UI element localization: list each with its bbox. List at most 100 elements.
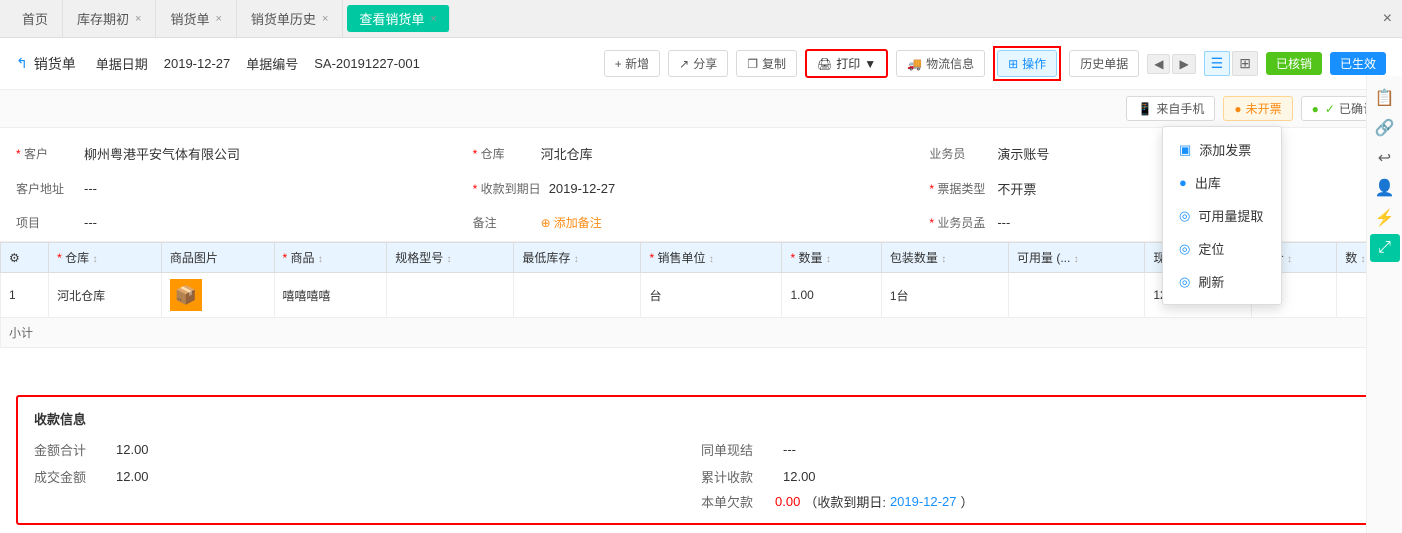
cell-unit: 台 bbox=[641, 273, 782, 318]
sub-toolbar: 📱 来自手机 ● 未开票 ✓ 已确认 bbox=[0, 90, 1402, 128]
col-warehouse[interactable]: 仓库 ↕ bbox=[49, 243, 162, 273]
tab-sales-order[interactable]: 销货单 × bbox=[156, 0, 236, 37]
cumulative-label: 累计收款 bbox=[701, 467, 771, 486]
due-date-value: 2019-12-27 bbox=[549, 181, 616, 196]
sidebar-icon-3[interactable]: ↩ bbox=[1370, 144, 1400, 172]
owed-label: 本单欠款 bbox=[701, 492, 771, 511]
phone-button[interactable]: 📱 来自手机 bbox=[1126, 96, 1215, 121]
cell-pkg: 1台 bbox=[881, 273, 1008, 318]
locate-label: 定位 bbox=[1198, 239, 1224, 258]
tab-inventory-init-close[interactable]: × bbox=[135, 13, 141, 25]
cumulative-row: 累计收款 12.00 bbox=[701, 465, 1368, 488]
cumulative-value: 12.00 bbox=[783, 469, 816, 484]
view-list-button[interactable]: ☰ bbox=[1204, 51, 1231, 76]
customer-label: 客户 bbox=[16, 145, 76, 162]
tab-sales-order-close[interactable]: × bbox=[215, 13, 221, 25]
share-button[interactable]: ↗ 分享 bbox=[668, 50, 728, 77]
payment-info-title: 收款信息 bbox=[34, 409, 1368, 428]
sidebar-icon-1[interactable]: 📋 bbox=[1370, 84, 1400, 112]
staff2-value: --- bbox=[997, 215, 1010, 230]
phone-label: 来自手机 bbox=[1156, 100, 1204, 117]
note-field: 备注 ⊕ 添加备注 bbox=[473, 210, 930, 235]
col-settings[interactable]: ⚙ bbox=[1, 243, 49, 273]
cell-min-stock bbox=[514, 273, 641, 318]
tab-sales-history[interactable]: 销货单历史 × bbox=[237, 0, 343, 37]
customer-field: 客户 柳州粤港平安气体有限公司 bbox=[16, 140, 473, 167]
col-pkg[interactable]: 包装数量 ↕ bbox=[881, 243, 1008, 273]
dropdown-add-invoice[interactable]: ▣ 添加发票 bbox=[1163, 133, 1281, 166]
project-field: 项目 --- bbox=[16, 210, 473, 235]
col-available[interactable]: 可用量 (... ↕ bbox=[1009, 243, 1145, 273]
available-label: 可用量提取 bbox=[1198, 206, 1263, 225]
col-product[interactable]: 商品 ↕ bbox=[274, 243, 387, 273]
confirm-icon: ✓ bbox=[1325, 102, 1335, 116]
add-note-button[interactable]: ⊕ 添加备注 bbox=[541, 214, 602, 231]
cancel-badge: 已核销 bbox=[1266, 52, 1322, 75]
print-button[interactable]: 🖨 打印 ▼ bbox=[805, 49, 888, 78]
dropdown-refresh[interactable]: ◎ 刷新 bbox=[1163, 265, 1281, 298]
locate-icon: ◎ bbox=[1179, 241, 1190, 257]
ops-button[interactable]: ⊞ 操作 bbox=[997, 50, 1057, 77]
settlement-label: 同单现结 bbox=[701, 440, 771, 459]
doc-title: ↰ 销货单 bbox=[16, 54, 76, 74]
dropdown-available[interactable]: ◎ 可用量提取 bbox=[1163, 199, 1281, 232]
doc-meta: 单据日期 2019-12-27 单据编号 SA-20191227-001 bbox=[96, 54, 604, 73]
ticket-status-label: 未开票 bbox=[1246, 100, 1282, 117]
owed-suffix: （收款到期日: bbox=[804, 492, 886, 511]
sidebar-icon-expand[interactable]: ⤢ bbox=[1370, 234, 1400, 262]
tab-home[interactable]: 首页 bbox=[8, 0, 63, 37]
note-label: 备注 bbox=[473, 214, 533, 231]
nav-arrows: ◀ ▶ bbox=[1147, 54, 1195, 74]
next-button[interactable]: ▶ bbox=[1172, 54, 1195, 74]
warehouse-label: 仓库 bbox=[473, 145, 533, 162]
staff-label: 业务员 bbox=[929, 145, 989, 162]
ticket-dot: ● bbox=[1234, 102, 1241, 116]
tab-view-sales[interactable]: 查看销货单 × bbox=[347, 5, 449, 32]
project-value: --- bbox=[84, 215, 97, 230]
sidebar-icon-5[interactable]: ⚡ bbox=[1370, 204, 1400, 232]
add-invoice-label: 添加发票 bbox=[1199, 140, 1251, 159]
owed-row: 本单欠款 0.00 （收款到期日: 2019-12-27 ） bbox=[701, 492, 1368, 511]
share-label: 分享 bbox=[693, 55, 717, 72]
history-label: 历史单据 bbox=[1080, 55, 1128, 72]
customer-value: 柳州粤港平安气体有限公司 bbox=[84, 144, 240, 163]
cell-product: 嘻嘻嘻嘻 bbox=[274, 273, 387, 318]
col-min-stock[interactable]: 最低库存 ↕ bbox=[514, 243, 641, 273]
tab-sales-history-label: 销货单历史 bbox=[251, 9, 316, 28]
new-button[interactable]: + 新增 bbox=[604, 50, 660, 77]
tab-sales-history-close[interactable]: × bbox=[322, 13, 328, 25]
tab-view-sales-close[interactable]: × bbox=[430, 13, 436, 25]
copy-button[interactable]: ❐ 复制 bbox=[736, 50, 797, 77]
ticket-status-button[interactable]: ● 未开票 bbox=[1223, 96, 1292, 121]
ticket-type-label: 票据类型 bbox=[929, 180, 989, 197]
sidebar-icon-4[interactable]: 👤 bbox=[1370, 174, 1400, 202]
number-value: SA-20191227-001 bbox=[314, 56, 420, 71]
col-spec[interactable]: 规格型号 ↕ bbox=[387, 243, 514, 273]
tab-inventory-init[interactable]: 库存期初 × bbox=[63, 0, 156, 37]
add-invoice-icon: ▣ bbox=[1179, 142, 1191, 158]
col-unit[interactable]: 销售单位 ↕ bbox=[641, 243, 782, 273]
prev-button[interactable]: ◀ bbox=[1147, 54, 1170, 74]
logistics-label: 物流信息 bbox=[926, 55, 974, 72]
view-grid-button[interactable]: ⊞ bbox=[1232, 51, 1258, 76]
col-qty[interactable]: 数量 ↕ bbox=[782, 243, 881, 273]
dropdown-outbound[interactable]: ● 出库 bbox=[1163, 166, 1281, 199]
ops-icon: ⊞ bbox=[1008, 57, 1018, 71]
ops-dropdown: ▣ 添加发票 ● 出库 ◎ 可用量提取 ◎ 定位 ◎ 刷新 bbox=[1162, 126, 1282, 305]
history-button[interactable]: 历史单据 bbox=[1069, 50, 1139, 77]
tab-bar-close-button[interactable]: × bbox=[1383, 10, 1392, 28]
deal-amount-value: 12.00 bbox=[116, 469, 149, 484]
settlement-row: 同单现结 --- bbox=[701, 438, 1368, 461]
logistics-button[interactable]: 🚚 物流信息 bbox=[896, 50, 985, 77]
tab-view-sales-label: 查看销货单 bbox=[359, 9, 424, 28]
address-label: 客户地址 bbox=[16, 180, 76, 197]
ticket-type-field: 票据类型 不开票 bbox=[929, 175, 1386, 202]
print-label: 打印 bbox=[836, 55, 860, 72]
doc-header: ↰ 销货单 单据日期 2019-12-27 单据编号 SA-20191227-0… bbox=[0, 38, 1402, 90]
dropdown-locate[interactable]: ◎ 定位 bbox=[1163, 232, 1281, 265]
sidebar-icon-2[interactable]: 🔗 bbox=[1370, 114, 1400, 142]
phone-icon: 📱 bbox=[1137, 102, 1152, 116]
available-icon: ◎ bbox=[1179, 208, 1190, 224]
effect-badge: 已生效 bbox=[1330, 52, 1386, 75]
product-image: 📦 bbox=[170, 279, 202, 311]
